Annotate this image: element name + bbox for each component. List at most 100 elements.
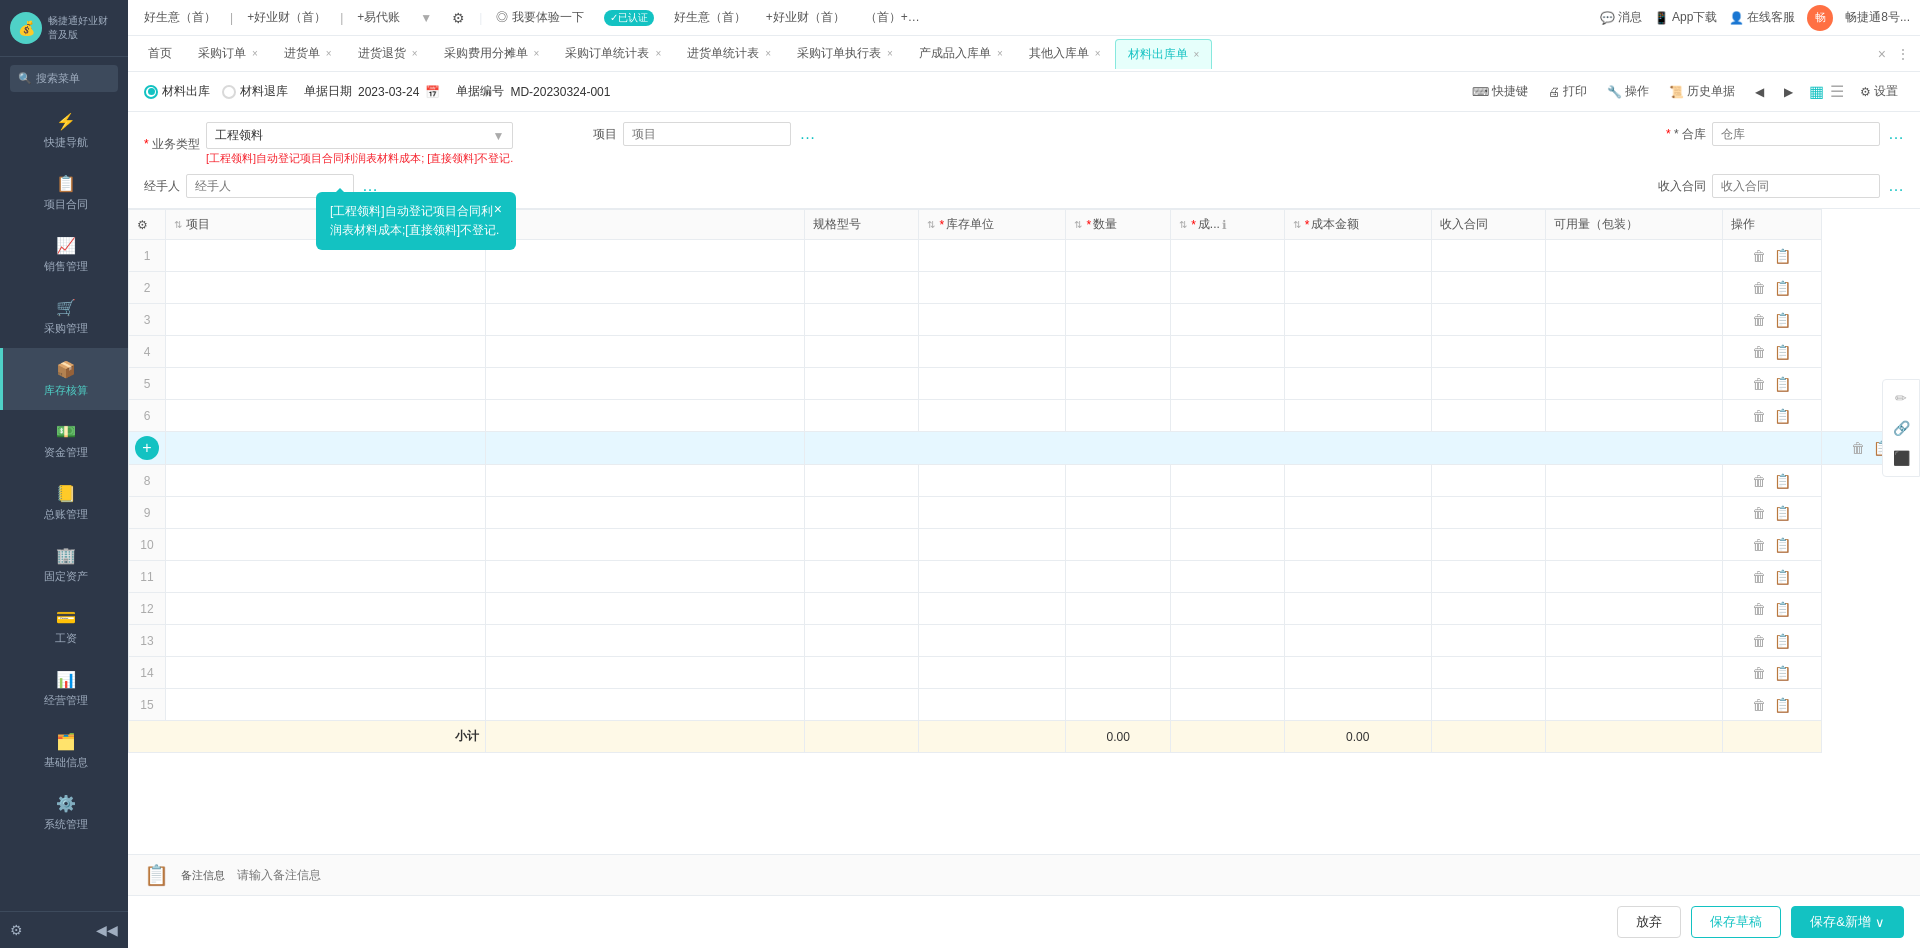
sidebar-item-base-info[interactable]: 🗂️ 基础信息: [0, 720, 128, 782]
cell-quantity[interactable]: [1066, 625, 1171, 657]
tab-purchase-expense[interactable]: 采购费用分摊单 ×: [432, 39, 552, 68]
delete-row-btn[interactable]: 🗑: [1750, 599, 1768, 619]
tab-close-material-outbound[interactable]: ×: [1194, 49, 1200, 60]
right-panel-link-icon[interactable]: 🔗: [1887, 414, 1915, 442]
cell-cost[interactable]: [1171, 561, 1285, 593]
copy-row-btn[interactable]: 📋: [1772, 278, 1793, 298]
tab-purchase-stats[interactable]: 采购订单统计表 ×: [553, 39, 673, 68]
save-new-btn[interactable]: 保存&新增 ∨: [1791, 906, 1904, 938]
cell-income-contract[interactable]: [1431, 561, 1545, 593]
cell-income-contract[interactable]: [1431, 240, 1545, 272]
delete-row-btn[interactable]: 🗑: [1750, 278, 1768, 298]
cell-unit[interactable]: [919, 593, 1066, 625]
tab-close-other-inbound[interactable]: ×: [1095, 48, 1101, 59]
tab-close-product-inbound[interactable]: ×: [997, 48, 1003, 59]
cell-cost-amount[interactable]: [1284, 593, 1431, 625]
cell-cost-amount[interactable]: [1284, 240, 1431, 272]
cell-cost[interactable]: [1171, 336, 1285, 368]
cost-info-icon[interactable]: ℹ: [1222, 218, 1227, 232]
cell-cost-amount[interactable]: [1284, 657, 1431, 689]
copy-row-btn[interactable]: 📋: [1772, 471, 1793, 491]
right-panel-edit-icon[interactable]: ✏: [1887, 384, 1915, 412]
delete-row-btn[interactable]: 🗑: [1750, 374, 1768, 394]
cell-available[interactable]: [1545, 400, 1722, 432]
sidebar-item-purchase[interactable]: 🛒 采购管理: [0, 286, 128, 348]
cell-unit[interactable]: [919, 465, 1066, 497]
cell-quantity[interactable]: [1066, 336, 1171, 368]
sidebar-item-payroll[interactable]: 💳 工资: [0, 596, 128, 658]
topbar-good-biz2[interactable]: 好生意（首）: [668, 7, 752, 28]
cell-project[interactable]: [166, 529, 486, 561]
cell-material[interactable]: [485, 529, 805, 561]
cell-cost[interactable]: [1171, 657, 1285, 689]
cell-cost-amount[interactable]: [1284, 689, 1431, 721]
tab-close-purchase-order[interactable]: ×: [252, 48, 258, 59]
cell-material[interactable]: [485, 657, 805, 689]
copy-row-btn[interactable]: 📋: [1772, 342, 1793, 362]
cell-cost[interactable]: [1171, 272, 1285, 304]
cell-available[interactable]: [1545, 689, 1722, 721]
cell-income-contract[interactable]: [1431, 657, 1545, 689]
delete-row-btn[interactable]: 🗑: [1750, 246, 1768, 266]
cell-unit[interactable]: [919, 689, 1066, 721]
cell-quantity[interactable]: [1066, 657, 1171, 689]
income-contract-input[interactable]: [1712, 174, 1880, 198]
topbar-agent[interactable]: +易代账: [351, 7, 406, 28]
cell-quantity[interactable]: [1066, 465, 1171, 497]
cell-income-contract[interactable]: [1431, 465, 1545, 497]
settings-form-btn[interactable]: ⚙ 设置: [1854, 80, 1904, 103]
cell-available[interactable]: [1545, 593, 1722, 625]
cell-project[interactable]: [166, 657, 486, 689]
tab-close-inbound-stats[interactable]: ×: [765, 48, 771, 59]
cell-income-contract[interactable]: [1431, 368, 1545, 400]
cell-material[interactable]: [485, 368, 805, 400]
cell-project[interactable]: [166, 465, 486, 497]
delete-row-btn[interactable]: 🗑: [1750, 342, 1768, 362]
sidebar-item-system[interactable]: ⚙️ 系统管理: [0, 782, 128, 844]
cell-spec[interactable]: [805, 529, 919, 561]
add-project-field[interactable]: [172, 441, 479, 456]
copy-row-btn[interactable]: 📋: [1772, 374, 1793, 394]
tab-inbound-return[interactable]: 进货退货 ×: [346, 39, 430, 68]
copy-row-btn[interactable]: 📋: [1772, 535, 1793, 555]
tab-close-inbound-order[interactable]: ×: [326, 48, 332, 59]
copy-row-btn[interactable]: 📋: [1772, 406, 1793, 426]
topbar-plus-finance2[interactable]: +好业财（首）: [760, 7, 851, 28]
sidebar-item-business[interactable]: 📊 经营管理: [0, 658, 128, 720]
cell-cost[interactable]: [1171, 593, 1285, 625]
topbar-settings-gear[interactable]: ⚙: [446, 8, 471, 28]
tab-product-inbound[interactable]: 产成品入库单 ×: [907, 39, 1015, 68]
cell-unit[interactable]: [919, 657, 1066, 689]
cell-material[interactable]: [485, 625, 805, 657]
notes-input[interactable]: [237, 868, 1904, 882]
cell-spec[interactable]: [805, 272, 919, 304]
cell-spec[interactable]: [805, 336, 919, 368]
cell-cost-amount[interactable]: [1284, 368, 1431, 400]
tab-close-all-btn[interactable]: ×: [1876, 44, 1888, 64]
topbar-more-dropdown[interactable]: ▼: [414, 9, 438, 27]
cell-quantity[interactable]: [1066, 561, 1171, 593]
cell-material[interactable]: [485, 336, 805, 368]
cell-project[interactable]: [166, 561, 486, 593]
cell-available[interactable]: [1545, 368, 1722, 400]
cell-spec[interactable]: [805, 465, 919, 497]
cell-cost[interactable]: [1171, 368, 1285, 400]
delete-row-btn[interactable]: 🗑: [1750, 406, 1768, 426]
cell-cost[interactable]: [1171, 497, 1285, 529]
cell-material[interactable]: [485, 272, 805, 304]
cell-income-contract[interactable]: [1431, 497, 1545, 529]
cell-available[interactable]: [1545, 240, 1722, 272]
cell-cost[interactable]: [1171, 625, 1285, 657]
income-contract-dots-btn[interactable]: …: [1888, 177, 1904, 195]
cell-material[interactable]: [485, 465, 805, 497]
cell-unit[interactable]: [919, 240, 1066, 272]
delete-row-btn[interactable]: 🗑: [1750, 471, 1768, 491]
cell-income-contract[interactable]: [1431, 689, 1545, 721]
operate-btn[interactable]: 🔧 操作: [1601, 80, 1655, 103]
cell-cost[interactable]: [1171, 689, 1285, 721]
tab-home[interactable]: 首页: [136, 39, 184, 68]
copy-row-btn[interactable]: 📋: [1772, 567, 1793, 587]
cell-unit[interactable]: [919, 561, 1066, 593]
add-row-btn[interactable]: +: [135, 436, 159, 460]
cell-available[interactable]: [1545, 304, 1722, 336]
